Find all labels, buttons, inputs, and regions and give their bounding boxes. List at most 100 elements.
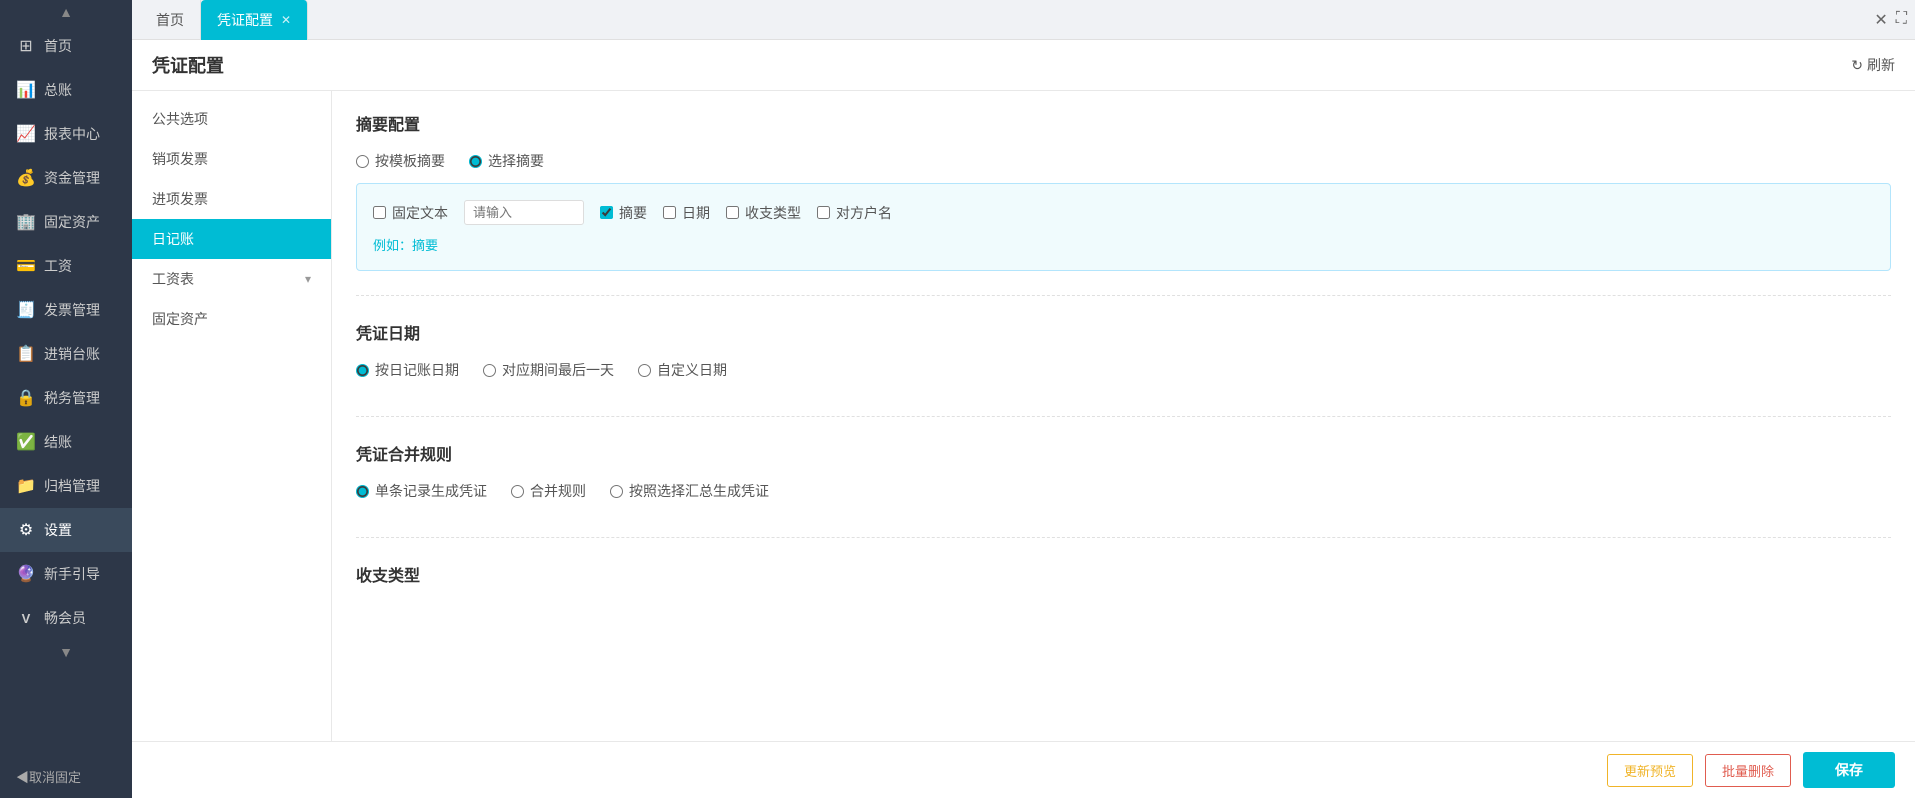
summary-radio-select[interactable]: 选择摘要 [469, 151, 544, 171]
merge-rule-radio-group: 单条记录生成凭证 合并规则 按照选择汇总生成凭证 [356, 481, 1891, 501]
content-area: 凭证配置 ↻ 刷新 公共选项 销项发票 进项发票 日记账 [132, 40, 1915, 798]
counterpart-checkbox[interactable] [817, 206, 830, 219]
tabbar-actions: ✕ ⛶ [1874, 10, 1907, 30]
save-button[interactable]: 保存 [1803, 752, 1895, 788]
income-type-checkbox[interactable] [726, 206, 739, 219]
merge-rule-merge[interactable]: 合并规则 [511, 481, 586, 501]
window-close-icon[interactable]: ✕ [1874, 10, 1887, 30]
reports-icon: 📈 [16, 124, 36, 144]
summary-radio-template[interactable]: 按模板摘要 [356, 151, 445, 171]
sidebar-item-guide[interactable]: 🔮 新手引导 [0, 552, 132, 596]
voucher-date-title: 凭证日期 [356, 320, 1891, 344]
settings-icon: ⚙ [16, 520, 36, 540]
sidebar-item-settings[interactable]: ⚙ 设置 [0, 508, 132, 552]
cancel-fix-label: ◀取消固定 [16, 767, 81, 786]
voucher-date-custom[interactable]: 自定义日期 [638, 360, 727, 380]
tabbar: 首页 凭证配置 ✕ ✕ ⛶ [132, 0, 1915, 40]
page-header: 凭证配置 ↻ 刷新 [132, 40, 1915, 91]
period-last-radio[interactable] [483, 364, 496, 377]
sidebar-item-archive[interactable]: 📁 归档管理 [0, 464, 132, 508]
voucher-date-radio-group: 按日记账日期 对应期间最后一天 自定义日期 [356, 360, 1891, 380]
summary-checkbox[interactable] [600, 206, 613, 219]
funds-icon: 💰 [16, 168, 36, 188]
voucher-date-period-last[interactable]: 对应期间最后一天 [483, 360, 614, 380]
batch-delete-button[interactable]: 批量删除 [1705, 754, 1791, 787]
sidebar-item-tax[interactable]: 🔒 税务管理 [0, 376, 132, 420]
voucher-date-section: 凭证日期 按日记账日期 对应期间最后一天 自定义日期 [356, 320, 1891, 417]
body-layout: 公共选项 销项发票 进项发票 日记账 工资表 ▾ 固定资产 [132, 91, 1915, 741]
merge-rule-title: 凭证合并规则 [356, 441, 1891, 465]
left-nav-public[interactable]: 公共选项 [132, 99, 331, 139]
sidebar-scroll-up[interactable]: ▲ [0, 0, 132, 24]
checkbox-income-type[interactable]: 收支类型 [726, 203, 801, 223]
refresh-icon: ↻ [1851, 57, 1863, 74]
left-nav-journal-label: 日记账 [152, 229, 194, 249]
sidebar-item-label: 税务管理 [44, 388, 100, 408]
summary-example: 例如：摘要 [373, 235, 1874, 254]
merge-rule-single[interactable]: 单条记录生成凭证 [356, 481, 487, 501]
summary-select-radio[interactable] [469, 155, 482, 168]
bottom-bar: 更新预览 批量删除 保存 [132, 741, 1915, 798]
sidebar-item-label: 工资 [44, 256, 72, 276]
sidebar-item-label: 发票管理 [44, 300, 100, 320]
sidebar-scroll-down[interactable]: ▼ [0, 640, 132, 664]
refresh-button[interactable]: ↻ 刷新 [1851, 55, 1895, 75]
vip-icon: V [16, 611, 36, 626]
tab-voucher-config-label: 凭证配置 [217, 10, 273, 30]
sidebar-item-home[interactable]: ⊞ 首页 [0, 24, 132, 68]
tab-home[interactable]: 首页 [140, 0, 201, 40]
merge-radio[interactable] [511, 485, 524, 498]
window-maximize-icon[interactable]: ⛶ [1896, 10, 1907, 30]
sidebar-item-label: 归档管理 [44, 476, 100, 496]
assets-icon: 🏢 [16, 212, 36, 232]
tab-close-icon[interactable]: ✕ [281, 13, 291, 27]
checkbox-fixed-text[interactable]: 固定文本 [373, 203, 448, 223]
date-checkbox[interactable] [663, 206, 676, 219]
summary-radio-group: 按模板摘要 选择摘要 [356, 151, 1891, 171]
sidebar-item-invoice-mgmt[interactable]: 🧾 发票管理 [0, 288, 132, 332]
sidebar-item-label: 首页 [44, 36, 72, 56]
left-nav-journal[interactable]: 日记账 [132, 219, 331, 259]
summary-section: 摘要配置 按模板摘要 选择摘要 [356, 111, 1891, 296]
left-nav-payroll[interactable]: 工资表 ▾ [132, 259, 331, 299]
sidebar-item-label: 结账 [44, 432, 72, 452]
checkbox-date[interactable]: 日期 [663, 203, 710, 223]
left-nav-purchase-invoice[interactable]: 进项发票 [132, 179, 331, 219]
sidebar: ▲ ⊞ 首页 📊 总账 📈 报表中心 💰 资金管理 🏢 固定资产 💳 工资 🧾 … [0, 0, 132, 798]
sidebar-item-label: 报表中心 [44, 124, 100, 144]
left-nav-fixed-assets[interactable]: 固定资产 [132, 299, 331, 339]
sidebar-item-assets[interactable]: 🏢 固定资产 [0, 200, 132, 244]
tab-voucher-config[interactable]: 凭证配置 ✕ [201, 0, 308, 40]
cancel-fix-button[interactable]: ◀取消固定 [0, 755, 132, 798]
single-record-radio[interactable] [356, 485, 369, 498]
sidebar-item-sales-purchase[interactable]: 📋 进销台账 [0, 332, 132, 376]
sidebar-item-reports[interactable]: 📈 报表中心 [0, 112, 132, 156]
checkbox-summary[interactable]: 摘要 [600, 203, 647, 223]
sidebar-item-vip[interactable]: V 畅会员 [0, 596, 132, 640]
fixed-text-input[interactable] [464, 200, 584, 225]
merge-rule-select-merge[interactable]: 按照选择汇总生成凭证 [610, 481, 769, 501]
sidebar-item-ledger[interactable]: 📊 总账 [0, 68, 132, 112]
refresh-label: 刷新 [1867, 55, 1895, 75]
fixed-text-checkbox[interactable] [373, 206, 386, 219]
left-nav-fixed-assets-label: 固定资产 [152, 309, 208, 329]
checkbox-counterpart[interactable]: 对方户名 [817, 203, 892, 223]
chevron-down-icon: ▾ [305, 272, 311, 286]
right-content: 摘要配置 按模板摘要 选择摘要 [332, 91, 1915, 741]
voucher-date-journal[interactable]: 按日记账日期 [356, 360, 459, 380]
salary-icon: 💳 [16, 256, 36, 276]
invoice-mgmt-icon: 🧾 [16, 300, 36, 320]
sidebar-item-settle[interactable]: ✅ 结账 [0, 420, 132, 464]
left-nav-sales-invoice[interactable]: 销项发票 [132, 139, 331, 179]
sidebar-item-label: 畅会员 [44, 608, 86, 628]
custom-date-radio[interactable] [638, 364, 651, 377]
update-preview-button[interactable]: 更新预览 [1607, 754, 1693, 787]
journal-date-radio[interactable] [356, 364, 369, 377]
sidebar-item-label: 新手引导 [44, 564, 100, 584]
sidebar-item-salary[interactable]: 💳 工资 [0, 244, 132, 288]
summary-template-radio[interactable] [356, 155, 369, 168]
select-merge-radio[interactable] [610, 485, 623, 498]
sidebar-item-label: 资金管理 [44, 168, 100, 188]
sidebar-item-funds[interactable]: 💰 资金管理 [0, 156, 132, 200]
summary-section-title: 摘要配置 [356, 111, 1891, 135]
